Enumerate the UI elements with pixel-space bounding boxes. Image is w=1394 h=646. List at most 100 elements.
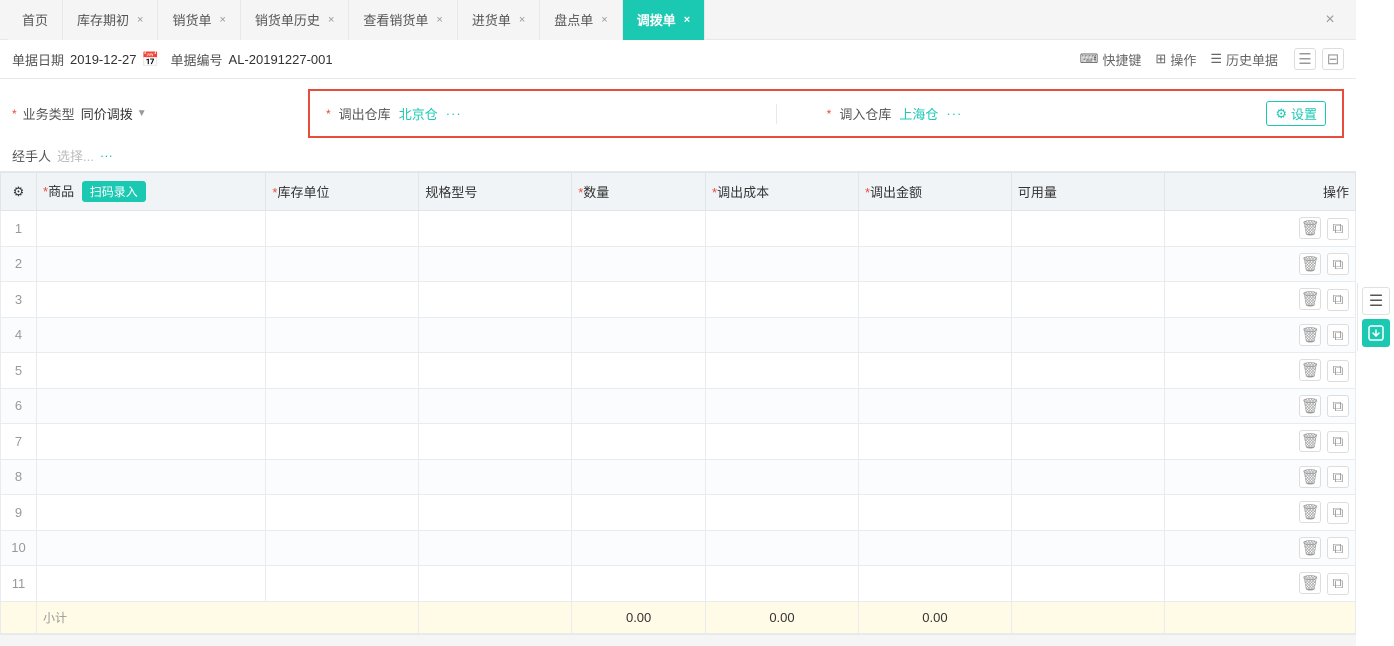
row-9-copy-icon[interactable]: ⧉ [1327, 502, 1349, 524]
row-8-delete-icon[interactable]: 🗑 [1299, 466, 1321, 488]
row-4-cost[interactable] [706, 317, 859, 353]
tab-sales-history-close[interactable]: × [328, 14, 334, 26]
row-10-qty[interactable] [572, 530, 706, 566]
tab-sales-history[interactable]: 销货单历史 × [241, 0, 349, 40]
row-11-available[interactable] [1011, 566, 1164, 602]
row-1-copy-icon[interactable]: ⧉ [1327, 218, 1349, 240]
row-6-cost[interactable] [706, 388, 859, 424]
row-8-qty[interactable] [572, 459, 706, 495]
tab-sales-order-close[interactable]: × [219, 14, 225, 26]
row-1-unit[interactable] [266, 211, 419, 247]
tab-inventory-check[interactable]: 盘点单 × [540, 0, 622, 40]
warehouse-out-value[interactable]: 北京仓 [399, 104, 438, 123]
tab-home[interactable]: 首页 [8, 0, 63, 40]
row-3-qty[interactable] [572, 282, 706, 318]
row-5-amount[interactable] [858, 353, 1011, 389]
row-4-spec[interactable] [419, 317, 572, 353]
row-9-amount[interactable] [858, 495, 1011, 531]
row-11-copy-icon[interactable]: ⧉ [1327, 573, 1349, 595]
row-11-cost[interactable] [706, 566, 859, 602]
row-7-spec[interactable] [419, 424, 572, 460]
row-6-unit[interactable] [266, 388, 419, 424]
row-7-product[interactable] [37, 424, 266, 460]
row-2-available[interactable] [1011, 246, 1164, 282]
list-view-icon[interactable]: ☰ [1294, 48, 1316, 70]
row-9-available[interactable] [1011, 495, 1164, 531]
row-2-copy-icon[interactable]: ⧉ [1327, 253, 1349, 275]
row-9-delete-icon[interactable]: 🗑 [1299, 501, 1321, 523]
row-10-available[interactable] [1011, 530, 1164, 566]
row-1-cost[interactable] [706, 211, 859, 247]
row-2-product[interactable] [37, 246, 266, 282]
row-4-copy-icon[interactable]: ⧉ [1327, 324, 1349, 346]
window-close-button[interactable]: × [1312, 2, 1348, 38]
row-3-product[interactable] [37, 282, 266, 318]
row-11-qty[interactable] [572, 566, 706, 602]
warehouse-in-more[interactable]: ··· [946, 106, 962, 121]
row-10-cost[interactable] [706, 530, 859, 566]
row-4-qty[interactable] [572, 317, 706, 353]
handler-select[interactable]: 选择... [57, 146, 94, 165]
row-3-cost[interactable] [706, 282, 859, 318]
row-3-spec[interactable] [419, 282, 572, 318]
tab-view-sales-close[interactable]: × [436, 14, 442, 26]
row-1-delete-icon[interactable]: 🗑 [1299, 217, 1321, 239]
grid-view-icon[interactable]: ⊟ [1322, 48, 1344, 70]
operations-action[interactable]: ⊞ 操作 [1155, 50, 1196, 69]
row-1-qty[interactable] [572, 211, 706, 247]
row-5-product[interactable] [37, 353, 266, 389]
row-2-unit[interactable] [266, 246, 419, 282]
row-9-cost[interactable] [706, 495, 859, 531]
row-8-copy-icon[interactable]: ⧉ [1327, 466, 1349, 488]
row-6-delete-icon[interactable]: 🗑 [1299, 395, 1321, 417]
row-2-delete-icon[interactable]: 🗑 [1299, 253, 1321, 275]
sidebar-export-icon[interactable] [1362, 319, 1390, 347]
row-11-delete-icon[interactable]: 🗑 [1299, 572, 1321, 594]
row-4-amount[interactable] [858, 317, 1011, 353]
row-8-cost[interactable] [706, 459, 859, 495]
row-5-unit[interactable] [266, 353, 419, 389]
row-3-amount[interactable] [858, 282, 1011, 318]
row-2-amount[interactable] [858, 246, 1011, 282]
row-7-delete-icon[interactable]: 🗑 [1299, 430, 1321, 452]
row-10-amount[interactable] [858, 530, 1011, 566]
row-5-qty[interactable] [572, 353, 706, 389]
history-action[interactable]: ☰ 历史单据 [1210, 50, 1278, 69]
row-9-product[interactable] [37, 495, 266, 531]
row-10-product[interactable] [37, 530, 266, 566]
row-7-unit[interactable] [266, 424, 419, 460]
bottom-scrollbar[interactable] [0, 634, 1356, 646]
row-5-available[interactable] [1011, 353, 1164, 389]
handler-more[interactable]: ··· [100, 148, 113, 163]
row-4-available[interactable] [1011, 317, 1164, 353]
tab-sales-order[interactable]: 销货单 × [158, 0, 240, 40]
row-7-available[interactable] [1011, 424, 1164, 460]
row-11-product[interactable] [37, 566, 266, 602]
row-4-unit[interactable] [266, 317, 419, 353]
row-4-product[interactable] [37, 317, 266, 353]
tab-purchase-order[interactable]: 进货单 × [458, 0, 540, 40]
row-6-amount[interactable] [858, 388, 1011, 424]
col-gear-icon[interactable]: ⚙ [7, 184, 30, 200]
row-8-spec[interactable] [419, 459, 572, 495]
tab-transfer-order-close[interactable]: × [684, 14, 690, 26]
row-6-qty[interactable] [572, 388, 706, 424]
row-8-product[interactable] [37, 459, 266, 495]
row-3-delete-icon[interactable]: 🗑 [1299, 288, 1321, 310]
row-5-delete-icon[interactable]: 🗑 [1299, 359, 1321, 381]
tab-inventory-check-close[interactable]: × [601, 14, 607, 26]
tab-inventory-init[interactable]: 库存期初 × [63, 0, 158, 40]
row-11-unit[interactable] [266, 566, 419, 602]
row-1-product[interactable] [37, 211, 266, 247]
row-10-copy-icon[interactable]: ⧉ [1327, 537, 1349, 559]
warehouse-out-more[interactable]: ··· [446, 106, 462, 121]
row-6-spec[interactable] [419, 388, 572, 424]
tab-inventory-init-close[interactable]: × [137, 14, 143, 26]
row-7-amount[interactable] [858, 424, 1011, 460]
row-9-unit[interactable] [266, 495, 419, 531]
tab-purchase-order-close[interactable]: × [519, 14, 525, 26]
business-type-select[interactable]: 同价调拨 ▼ [81, 104, 201, 123]
scan-button[interactable]: 扫码录入 [82, 181, 146, 202]
row-9-spec[interactable] [419, 495, 572, 531]
row-3-unit[interactable] [266, 282, 419, 318]
